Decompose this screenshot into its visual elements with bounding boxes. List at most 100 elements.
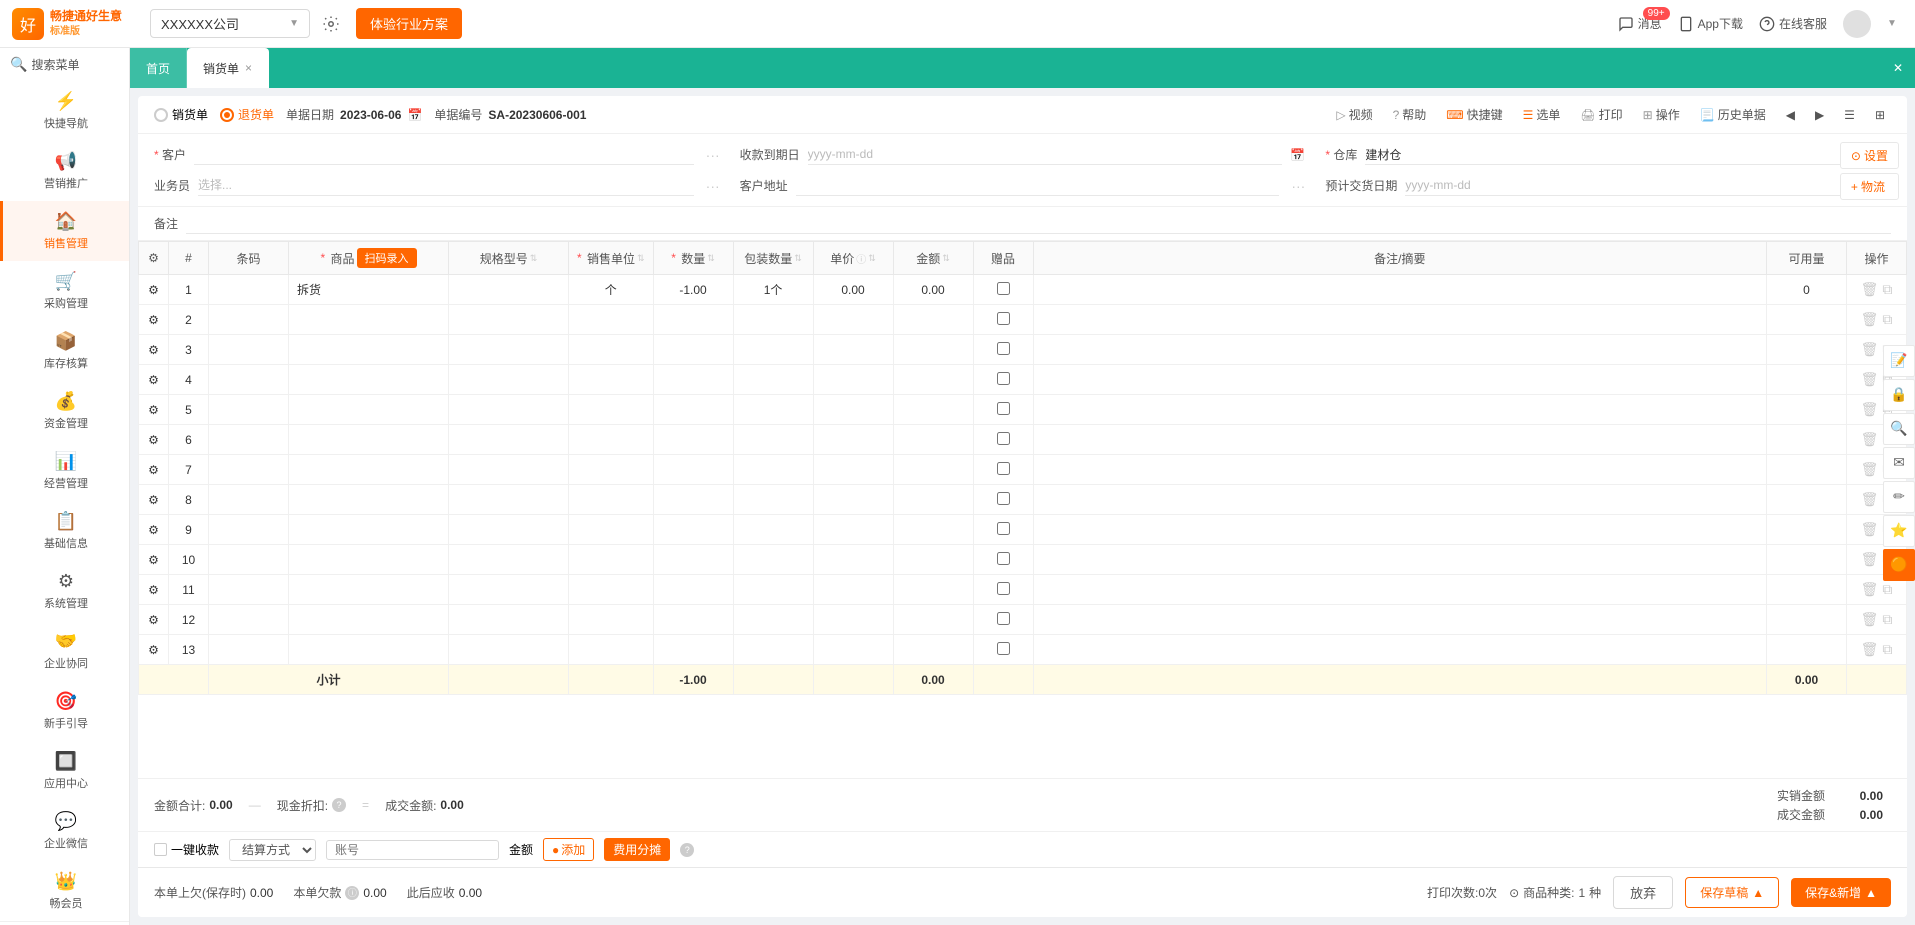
row-product[interactable] — [289, 485, 449, 515]
row-amount[interactable] — [893, 365, 973, 395]
save-draft-btn[interactable]: 保存草稿 ▲ — [1685, 877, 1779, 908]
row-spec[interactable] — [449, 455, 569, 485]
row-gift[interactable] — [973, 305, 1033, 335]
salesperson-dots-icon[interactable]: ··· — [706, 178, 720, 194]
row-amount[interactable]: 0.00 — [893, 275, 973, 305]
row-barcode[interactable] — [209, 275, 289, 305]
sidebar-item-marketing[interactable]: 📢 营销推广 — [0, 141, 129, 201]
sidebar-item-operations[interactable]: 📊 经营管理 — [0, 441, 129, 501]
delete-icon[interactable]: 🗑 — [1861, 341, 1879, 358]
row-product[interactable] — [289, 335, 449, 365]
payment-due-input[interactable] — [808, 144, 1283, 165]
row-amount[interactable] — [893, 635, 973, 665]
row-gift[interactable] — [973, 575, 1033, 605]
copy-icon[interactable]: ⧉ — [1882, 611, 1892, 628]
row-spec[interactable] — [449, 395, 569, 425]
company-selector[interactable]: XXXXXX公司 ▼ — [150, 9, 310, 38]
row-gift[interactable] — [973, 545, 1033, 575]
toolbar-operation-btn[interactable]: ⊞操作 — [1637, 104, 1686, 125]
row-gift[interactable] — [973, 605, 1033, 635]
tab-close-btn[interactable]: ✕ — [1893, 61, 1915, 75]
row-price[interactable] — [813, 605, 893, 635]
date-value[interactable]: 2023-06-06 — [340, 108, 401, 122]
row-spec[interactable] — [449, 545, 569, 575]
tab-sales-order[interactable]: 销货单 × — [187, 48, 269, 88]
row-price[interactable] — [813, 395, 893, 425]
row-price[interactable] — [813, 305, 893, 335]
row-remark[interactable] — [1033, 305, 1766, 335]
copy-icon[interactable]: ⧉ — [1882, 641, 1892, 658]
row-qty[interactable] — [653, 515, 733, 545]
row-pkgqty[interactable] — [733, 395, 813, 425]
row-settings[interactable]: ⚙ — [139, 425, 169, 455]
toolbar-select-btn[interactable]: ☰选单 — [1517, 104, 1567, 125]
row-unit[interactable] — [569, 455, 654, 485]
scan-btn[interactable]: 扫码录入 — [357, 248, 417, 268]
row-pkgqty[interactable] — [733, 635, 813, 665]
row-pkgqty[interactable] — [733, 545, 813, 575]
sidebar-item-wechat[interactable]: 💬 企业微信 — [0, 801, 129, 861]
radio-sales-order[interactable]: 销货单 — [154, 106, 208, 123]
discard-btn[interactable]: 放弃 — [1613, 876, 1673, 909]
row-remark[interactable] — [1033, 335, 1766, 365]
row-settings[interactable]: ⚙ — [139, 305, 169, 335]
row-barcode[interactable] — [209, 515, 289, 545]
row-remark[interactable] — [1033, 455, 1766, 485]
copy-icon[interactable]: ⧉ — [1882, 281, 1892, 298]
row-price[interactable] — [813, 515, 893, 545]
one-click-payment-checkbox[interactable]: 一键收款 — [154, 841, 219, 858]
table-wrapper[interactable]: ⚙ # 条码 * 商品 扫码录入 规格型号 — [138, 241, 1907, 778]
row-settings[interactable]: ⚙ — [139, 485, 169, 515]
row-gift[interactable] — [973, 335, 1033, 365]
toolbar-next-btn[interactable]: ▶ — [1809, 106, 1830, 124]
row-price[interactable] — [813, 485, 893, 515]
row-spec[interactable] — [449, 605, 569, 635]
row-qty[interactable] — [653, 575, 733, 605]
toolbar-history-btn[interactable]: 📃历史单据 — [1694, 104, 1772, 125]
row-spec[interactable] — [449, 515, 569, 545]
row-product[interactable] — [289, 545, 449, 575]
account-input[interactable] — [326, 840, 499, 860]
row-remark[interactable] — [1033, 635, 1766, 665]
row-unit[interactable] — [569, 515, 654, 545]
row-price[interactable] — [813, 455, 893, 485]
row-unit[interactable] — [569, 305, 654, 335]
row-amount[interactable] — [893, 605, 973, 635]
row-barcode[interactable] — [209, 455, 289, 485]
row-product[interactable] — [289, 515, 449, 545]
toolbar-video-btn[interactable]: ▷视频 — [1330, 104, 1378, 125]
row-remark[interactable] — [1033, 605, 1766, 635]
delete-icon[interactable]: 🗑 — [1861, 371, 1879, 388]
row-unit[interactable] — [569, 335, 654, 365]
row-remark[interactable] — [1033, 275, 1766, 305]
row-qty[interactable] — [653, 635, 733, 665]
sidebar-item-sales-mgmt[interactable]: 🏠 销售管理 — [0, 201, 129, 261]
warehouse-input[interactable] — [1365, 144, 1865, 165]
online-service-btn[interactable]: 在线客服 — [1759, 15, 1827, 32]
delete-icon[interactable]: 🗑 — [1861, 491, 1879, 508]
row-qty[interactable] — [653, 425, 733, 455]
topbar-settings-icon[interactable] — [316, 9, 346, 39]
row-settings[interactable]: ⚙ — [139, 515, 169, 545]
row-amount[interactable] — [893, 335, 973, 365]
payment-due-cal-icon[interactable]: 📅 — [1290, 148, 1305, 162]
row-gift[interactable] — [973, 455, 1033, 485]
fee-split-btn[interactable]: 费用分摊 — [604, 838, 670, 861]
row-barcode[interactable] — [209, 635, 289, 665]
row-pkgqty[interactable] — [733, 575, 813, 605]
row-unit[interactable] — [569, 575, 654, 605]
row-price[interactable] — [813, 335, 893, 365]
delete-icon[interactable]: 🗑 — [1861, 401, 1879, 418]
sidebar-item-inventory[interactable]: 📦 库存核算 — [0, 321, 129, 381]
float-btn-5[interactable]: ✏ — [1883, 481, 1915, 513]
row-pkgqty[interactable] — [733, 605, 813, 635]
trial-button[interactable]: 体验行业方案 — [356, 8, 462, 39]
sidebar-item-finance[interactable]: 💰 资金管理 — [0, 381, 129, 441]
row-remark[interactable] — [1033, 425, 1766, 455]
row-amount[interactable] — [893, 545, 973, 575]
row-remark[interactable] — [1033, 545, 1766, 575]
row-qty[interactable] — [653, 395, 733, 425]
row-spec[interactable] — [449, 575, 569, 605]
delete-icon[interactable]: 🗑 — [1861, 521, 1879, 538]
row-qty[interactable] — [653, 365, 733, 395]
